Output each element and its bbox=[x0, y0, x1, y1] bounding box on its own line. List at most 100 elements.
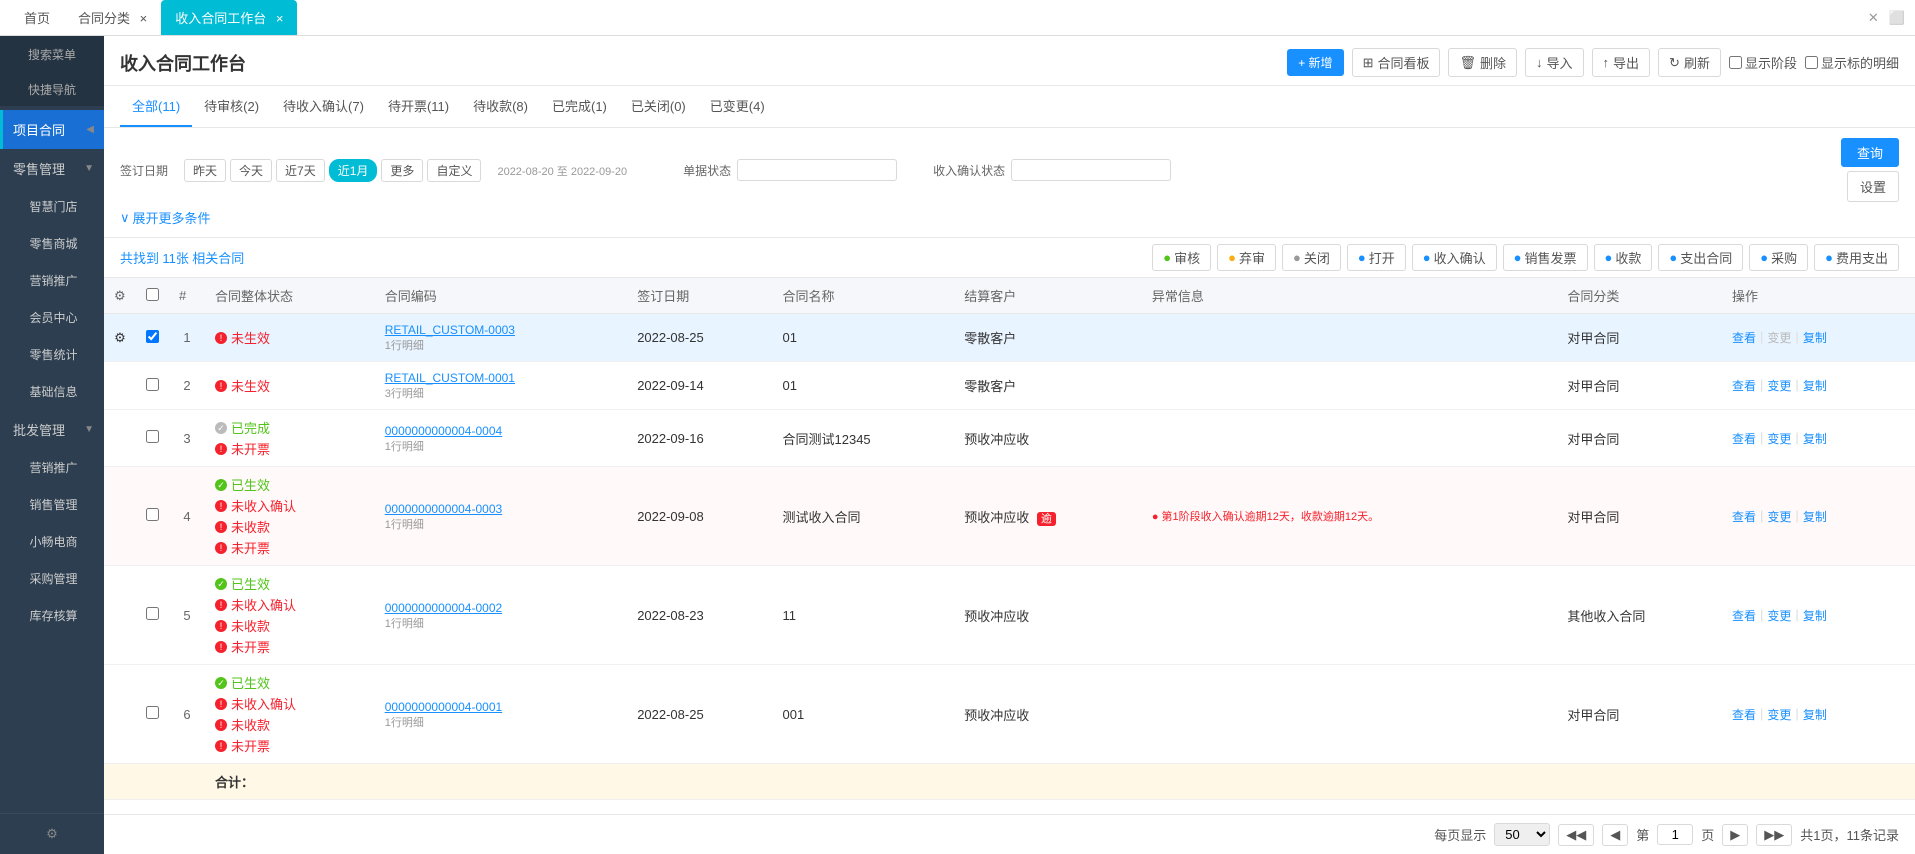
print-btn[interactable]: ● 打开 bbox=[1347, 244, 1406, 271]
row-settings[interactable] bbox=[104, 362, 136, 410]
query-button[interactable]: 查询 bbox=[1841, 138, 1899, 167]
date-btn-more[interactable]: 更多 bbox=[381, 159, 423, 182]
op-change[interactable]: 变更 bbox=[1767, 508, 1791, 525]
filter-tab-pending-review[interactable]: 待审核(2) bbox=[192, 86, 271, 127]
expense-btn[interactable]: ● 费用支出 bbox=[1814, 244, 1899, 271]
filter-tab-pending-collection[interactable]: 待收款(8) bbox=[461, 86, 540, 127]
income-confirm-btn[interactable]: ● 收入确认 bbox=[1412, 244, 1497, 271]
sidebar-item-retail-commerce[interactable]: 零售商城 bbox=[0, 225, 104, 262]
op-view[interactable]: 查看 bbox=[1732, 329, 1756, 346]
sidebar-item-base-info[interactable]: 基础信息 bbox=[0, 373, 104, 410]
close-tab-income-contract[interactable]: × bbox=[276, 11, 284, 26]
show-stage-checkbox[interactable] bbox=[1729, 56, 1742, 69]
close-window-icon[interactable]: ✕ bbox=[1868, 10, 1879, 26]
row-settings[interactable] bbox=[104, 665, 136, 764]
show-mark-detail-checkbox-label[interactable]: 显示标的明细 bbox=[1805, 53, 1899, 72]
filter-tab-pending-income-confirm[interactable]: 待收入确认(7) bbox=[271, 86, 376, 127]
sidebar-item-member-center[interactable]: 会员中心 bbox=[0, 299, 104, 336]
op-view[interactable]: 查看 bbox=[1732, 607, 1756, 624]
set-button[interactable]: 设置 bbox=[1847, 171, 1899, 202]
resize-window-icon[interactable]: ⬜ bbox=[1889, 10, 1905, 26]
op-copy[interactable]: 复制 bbox=[1803, 706, 1827, 723]
close-tab-contract-category[interactable]: × bbox=[140, 11, 148, 26]
per-page-select[interactable]: 50 20 100 bbox=[1494, 823, 1550, 846]
row-settings[interactable] bbox=[104, 467, 136, 566]
expenditure-btn[interactable]: ● 支出合同 bbox=[1658, 244, 1743, 271]
show-mark-detail-checkbox[interactable] bbox=[1805, 56, 1818, 69]
op-change[interactable]: 变更 bbox=[1767, 329, 1791, 346]
op-copy[interactable]: 复制 bbox=[1803, 607, 1827, 624]
contract-code-link[interactable]: 0000000000004-0002 bbox=[385, 601, 502, 615]
sidebar-item-retail-mgmt[interactable]: 零售管理 ▼ bbox=[0, 149, 104, 188]
row-settings[interactable] bbox=[104, 410, 136, 467]
op-copy[interactable]: 复制 bbox=[1803, 377, 1827, 394]
sidebar-item-marketing2[interactable]: 营销推广 bbox=[0, 449, 104, 486]
op-change[interactable]: 变更 bbox=[1767, 430, 1791, 447]
row-checkbox[interactable] bbox=[136, 314, 169, 362]
select-all-checkbox[interactable] bbox=[146, 288, 159, 301]
first-page-btn[interactable]: ◀◀ bbox=[1558, 824, 1594, 846]
row-checkbox[interactable] bbox=[136, 665, 169, 764]
op-view[interactable]: 查看 bbox=[1732, 377, 1756, 394]
op-view[interactable]: 查看 bbox=[1732, 706, 1756, 723]
filter-tab-all[interactable]: 全部(11) bbox=[120, 86, 192, 127]
contract-code-link[interactable]: 0000000000004-0003 bbox=[385, 502, 502, 516]
contract-code-link[interactable]: 0000000000004-0001 bbox=[385, 700, 502, 714]
op-change[interactable]: 变更 bbox=[1767, 706, 1791, 723]
filter-tab-closed[interactable]: 已关闭(0) bbox=[619, 86, 698, 127]
sidebar-search[interactable]: 搜索菜单 bbox=[0, 36, 104, 73]
sidebar-item-sales-mgmt[interactable]: 销售管理 bbox=[0, 486, 104, 523]
filter-tab-pending-invoice[interactable]: 待开票(11) bbox=[376, 86, 461, 127]
export-button[interactable]: ↑ 导出 bbox=[1592, 48, 1651, 77]
op-change[interactable]: 变更 bbox=[1767, 377, 1791, 394]
filter-tab-changed[interactable]: 已变更(4) bbox=[698, 86, 777, 127]
date-btn-last1month[interactable]: 近1月 bbox=[329, 159, 378, 182]
op-copy[interactable]: 复制 bbox=[1803, 329, 1827, 346]
tab-home[interactable]: 首页 bbox=[10, 0, 64, 35]
refresh-button[interactable]: ↻ 刷新 bbox=[1658, 48, 1721, 77]
row-settings[interactable] bbox=[104, 566, 136, 665]
date-btn-today[interactable]: 今天 bbox=[230, 159, 272, 182]
date-btn-custom[interactable]: 自定义 bbox=[427, 159, 481, 182]
op-copy[interactable]: 复制 bbox=[1803, 508, 1827, 525]
filter-tab-completed[interactable]: 已完成(1) bbox=[540, 86, 619, 127]
tab-contract-category[interactable]: 合同分类 × bbox=[64, 0, 161, 35]
close-btn[interactable]: ● 关闭 bbox=[1282, 244, 1341, 271]
contract-board-button[interactable]: ⊞ 合同看板 bbox=[1352, 48, 1441, 77]
last-page-btn[interactable]: ▶▶ bbox=[1756, 824, 1792, 846]
contract-code-link[interactable]: RETAIL_CUSTOM-0003 bbox=[385, 323, 515, 337]
expand-more-conditions[interactable]: ∨ 展开更多条件 bbox=[120, 208, 1899, 227]
doc-status-select[interactable] bbox=[737, 159, 897, 181]
sidebar-item-marketing[interactable]: 营销推广 bbox=[0, 262, 104, 299]
income-confirm-select[interactable] bbox=[1011, 159, 1171, 181]
collection-btn[interactable]: ● 收款 bbox=[1594, 244, 1653, 271]
import-button[interactable]: ↓ 导入 bbox=[1525, 48, 1584, 77]
abandon-btn[interactable]: ● 弃审 bbox=[1217, 244, 1276, 271]
sidebar-item-inventory[interactable]: 库存核算 bbox=[0, 597, 104, 634]
op-copy[interactable]: 复制 bbox=[1803, 430, 1827, 447]
contract-code-link[interactable]: RETAIL_CUSTOM-0001 bbox=[385, 371, 515, 385]
sidebar-settings[interactable]: ⚙ bbox=[0, 813, 104, 854]
contract-code-link[interactable]: 0000000000004-0004 bbox=[385, 424, 502, 438]
row-checkbox[interactable] bbox=[136, 467, 169, 566]
op-view[interactable]: 查看 bbox=[1732, 508, 1756, 525]
sales-invoice-btn[interactable]: ● 销售发票 bbox=[1503, 244, 1588, 271]
sidebar-item-purchase-mgmt[interactable]: 采购管理 bbox=[0, 560, 104, 597]
sidebar-item-xiaochang[interactable]: 小畅电商 bbox=[0, 523, 104, 560]
col-settings[interactable]: ⚙ bbox=[104, 278, 136, 314]
row-checkbox[interactable] bbox=[136, 410, 169, 467]
tab-income-contract[interactable]: 收入合同工作台 × bbox=[161, 0, 297, 35]
date-btn-yesterday[interactable]: 昨天 bbox=[184, 159, 226, 182]
prev-page-btn[interactable]: ◀ bbox=[1602, 824, 1628, 846]
next-page-btn[interactable]: ▶ bbox=[1722, 824, 1748, 846]
op-view[interactable]: 查看 bbox=[1732, 430, 1756, 447]
sidebar-item-wholesale-mgmt[interactable]: 批发管理 ▼ bbox=[0, 410, 104, 449]
delete-button[interactable]: 🗑 删除 bbox=[1448, 48, 1517, 77]
row-settings[interactable]: ⚙ bbox=[104, 314, 136, 362]
op-change[interactable]: 变更 bbox=[1767, 607, 1791, 624]
row-checkbox[interactable] bbox=[136, 566, 169, 665]
date-btn-last7[interactable]: 近7天 bbox=[276, 159, 325, 182]
page-input[interactable] bbox=[1657, 824, 1693, 845]
col-checkbox[interactable] bbox=[136, 278, 169, 314]
sidebar-item-smart-store[interactable]: 智慧门店 bbox=[0, 188, 104, 225]
